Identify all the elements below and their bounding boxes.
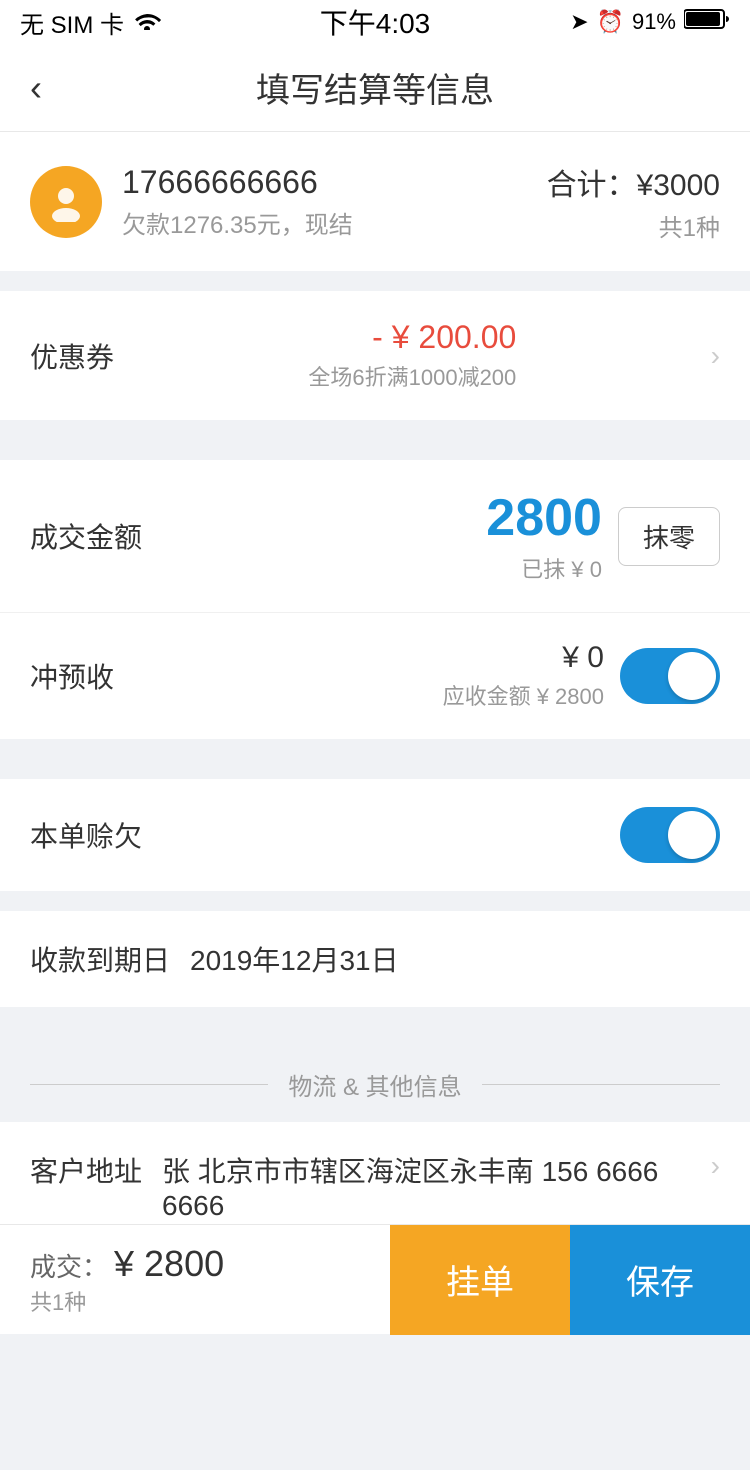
divider-line-left [30, 1084, 268, 1085]
bottom-amount: ¥ 2800 [114, 1243, 224, 1285]
total-amount: 合计：¥3000 [547, 160, 720, 204]
avatar [30, 166, 102, 238]
location-icon: ➤ [570, 9, 588, 35]
divider-1 [0, 440, 750, 460]
sim-status: 无 SIM 卡 [20, 5, 124, 40]
round-down-button[interactable]: 抹零 [618, 507, 720, 566]
divider-line-right [482, 1084, 720, 1085]
total-count: 共1种 [547, 208, 720, 243]
save-button[interactable]: 保存 [570, 1225, 750, 1335]
bottom-deal-line: 成交： ¥ 2800 [30, 1243, 360, 1285]
hang-order-button[interactable]: 挂单 [390, 1225, 570, 1335]
prepay-right: ¥ 0 应收金额 ¥ 2800 [443, 641, 720, 711]
battery-icon [684, 8, 730, 36]
bottom-deal-label: 成交： [30, 1247, 108, 1284]
prepay-sub: 应收金额 ¥ 2800 [443, 679, 604, 711]
customer-details: 17666666666 欠款1276.35元，现结 [122, 164, 353, 240]
due-date-row: 收款到期日 2019年12月31日 [0, 911, 750, 1007]
customer-phone: 17666666666 [122, 164, 353, 201]
amount-section: 成交金额 2800 已抹 ¥ 0 抹零 冲预收 ¥ 0 应收金额 ¥ 2800 [0, 460, 750, 739]
coupon-row[interactable]: 优惠券 - ¥ 200.00 全场6折满1000减200 › [0, 291, 750, 420]
amount-value-container: 2800 已抹 ¥ 0 [486, 488, 602, 584]
prepay-label: 冲预收 [30, 656, 114, 696]
address-value: 张 北京市市辖区海淀区永丰南 156 6666 6666 [162, 1150, 691, 1222]
prepay-value-container: ¥ 0 应收金额 ¥ 2800 [443, 641, 604, 711]
bottom-count: 共1种 [30, 1285, 360, 1317]
bottom-bar: 成交： ¥ 2800 共1种 挂单 保存 [0, 1224, 750, 1334]
customer-total: 合计：¥3000 共1种 [547, 160, 720, 243]
debt-row: 本单赊欠 [0, 779, 750, 891]
page-title: 填写结算等信息 [256, 63, 494, 112]
address-label: 客户地址 [30, 1150, 142, 1190]
prepay-toggle[interactable] [620, 648, 720, 704]
status-bar-left: 无 SIM 卡 [20, 5, 162, 40]
divider-2 [0, 759, 750, 779]
logistics-section-divider: 物流 & 其他信息 [0, 1047, 750, 1122]
debt-toggle[interactable] [620, 807, 720, 863]
section-divider-text: 物流 & 其他信息 [288, 1067, 461, 1102]
coupon-right: - ¥ 200.00 全场6折满1000减200 [308, 319, 516, 392]
due-date-value: 2019年12月31日 [190, 939, 399, 979]
amount-value: 2800 [486, 488, 602, 548]
amount-sub: 已抹 ¥ 0 [486, 552, 602, 584]
address-chevron-icon: › [711, 1150, 720, 1182]
back-button[interactable]: ‹ [30, 67, 42, 109]
amount-label: 成交金额 [30, 516, 142, 556]
amount-right: 2800 已抹 ¥ 0 抹零 [486, 488, 720, 584]
due-date-label: 收款到期日 [30, 939, 170, 979]
wifi-icon [132, 8, 162, 37]
coupon-value: - ¥ 200.00 [372, 319, 516, 356]
customer-left: 17666666666 欠款1276.35元，现结 [30, 164, 353, 240]
bottom-info: 成交： ¥ 2800 共1种 [0, 1243, 390, 1317]
divider-3 [0, 1027, 750, 1047]
status-bar-right: ➤ ⏰ 91% [570, 8, 730, 36]
nav-bar: ‹ 填写结算等信息 [0, 44, 750, 132]
coupon-sub-info: 全场6折满1000减200 [308, 360, 516, 392]
alarm-icon: ⏰ [597, 9, 624, 35]
customer-sub-info: 欠款1276.35元，现结 [122, 205, 353, 240]
debt-label: 本单赊欠 [30, 815, 142, 855]
status-bar: 无 SIM 卡 下午4:03 ➤ ⏰ 91% [0, 0, 750, 44]
status-bar-time: 下午4:03 [320, 2, 431, 42]
transaction-amount-row: 成交金额 2800 已抹 ¥ 0 抹零 [0, 460, 750, 612]
prepay-value: ¥ 0 [443, 641, 604, 675]
coupon-label: 优惠券 [30, 336, 114, 376]
chevron-right-icon: › [711, 340, 720, 372]
prepay-row: 冲预收 ¥ 0 应收金额 ¥ 2800 [0, 612, 750, 739]
customer-info-card: 17666666666 欠款1276.35元，现结 合计：¥3000 共1种 [0, 132, 750, 271]
battery-percent: 91% [632, 9, 676, 35]
